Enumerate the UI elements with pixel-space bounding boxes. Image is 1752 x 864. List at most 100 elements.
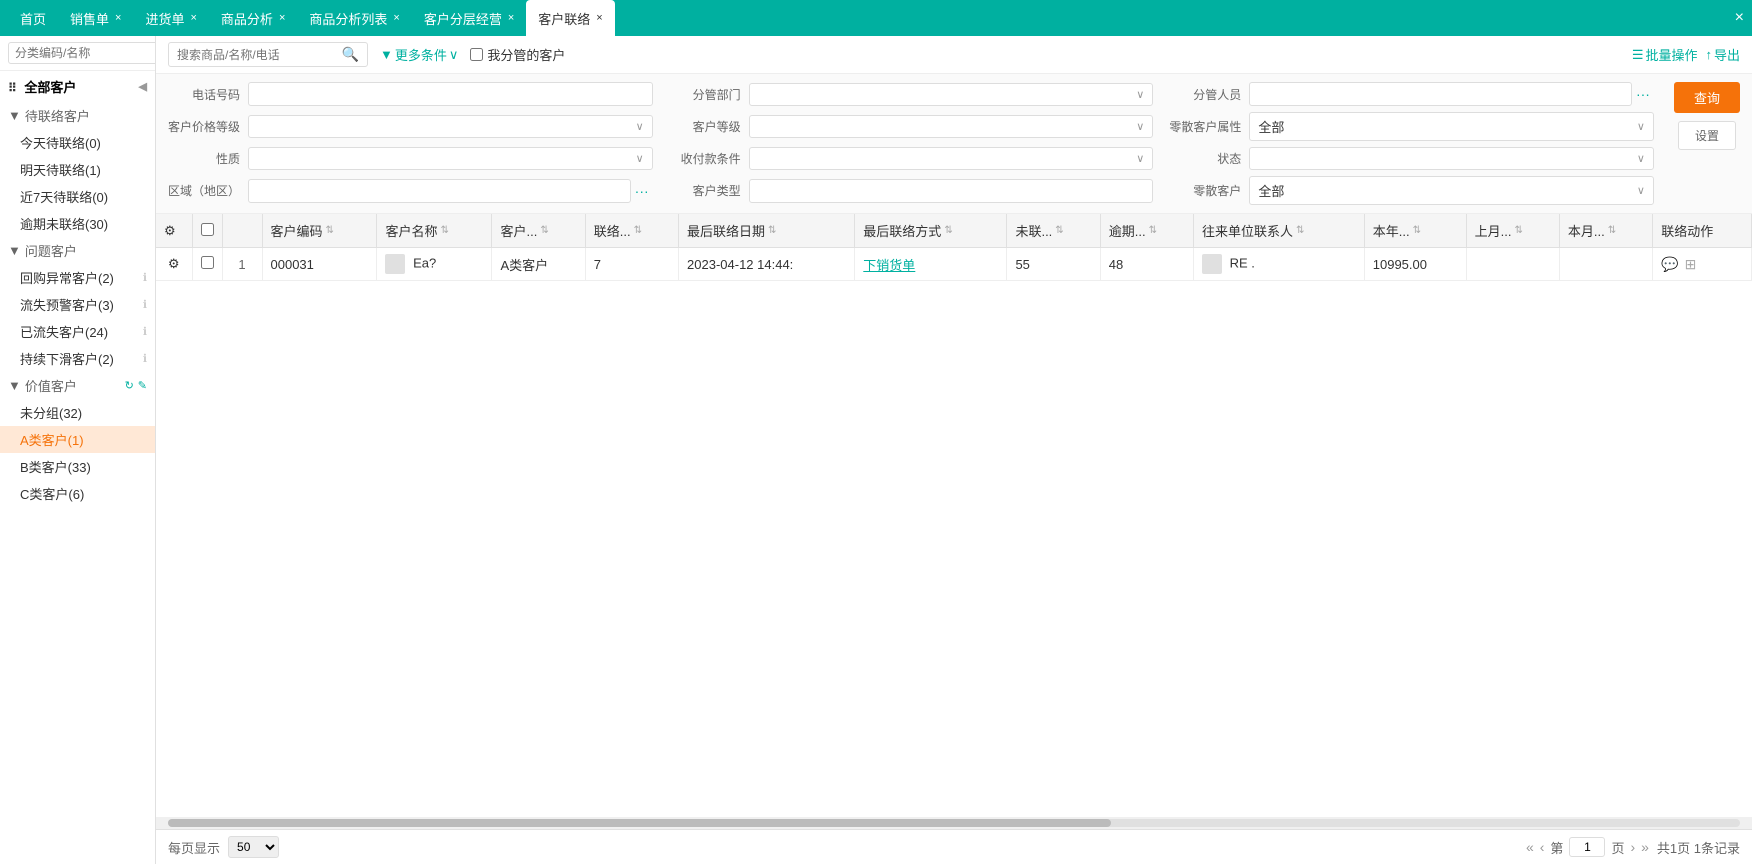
- sidebar-item-b-class[interactable]: B类客户(33): [0, 453, 155, 480]
- my-customers-checkbox[interactable]: [470, 48, 483, 61]
- nav-customer-contact-close[interactable]: ×: [596, 12, 602, 24]
- col-last-date[interactable]: 最后联络日期 ⇅: [679, 214, 855, 248]
- col-overdue[interactable]: 逾期... ⇅: [1100, 214, 1193, 248]
- retail-attr-select[interactable]: 全部∨: [1249, 112, 1654, 141]
- filter-search-input[interactable]: [177, 48, 342, 62]
- sidebar-search-input[interactable]: [8, 42, 156, 64]
- nav-analysis-list[interactable]: 商品分析列表 ×: [297, 0, 411, 36]
- nav-analysis-close[interactable]: ×: [279, 12, 285, 24]
- sidebar-section-value[interactable]: ▼ 价值客户 ↻ ✎: [0, 372, 155, 399]
- col-this-month[interactable]: 本月... ⇅: [1559, 214, 1652, 248]
- dept-select[interactable]: ∨: [749, 83, 1154, 106]
- nav-analysis-list-close[interactable]: ×: [393, 12, 399, 24]
- cust-type-input[interactable]: [749, 179, 1154, 203]
- col-name[interactable]: 客户名称 ⇅: [377, 214, 492, 248]
- sidebar-item-churn-warn[interactable]: 流失预警客户(3) ℹ: [0, 291, 155, 318]
- nav-analysis[interactable]: 商品分析 ×: [209, 0, 297, 36]
- row-last-method[interactable]: 下销货单: [855, 248, 1007, 281]
- info-icon-declining: ℹ: [143, 352, 147, 365]
- region-input[interactable]: [248, 179, 631, 203]
- col-check[interactable]: [192, 214, 222, 248]
- sidebar-item-a-class[interactable]: A类客户(1): [0, 426, 155, 453]
- nav-purchase-close[interactable]: ×: [190, 12, 196, 24]
- row-last-method-link[interactable]: 下销货单: [863, 258, 915, 273]
- more-filters-btn[interactable]: ▼ 更多条件 ∨: [380, 45, 458, 64]
- ungroup-label: 未分组(32): [20, 403, 82, 422]
- region-dots[interactable]: ···: [631, 183, 653, 199]
- col-code[interactable]: 客户编码 ⇅: [262, 214, 377, 248]
- price-level-select[interactable]: ∨: [248, 115, 653, 138]
- row-unit-contact-avatar: [1202, 254, 1222, 274]
- row-check[interactable]: [192, 248, 222, 281]
- sidebar-item-c-class[interactable]: C类客户(6): [0, 480, 155, 507]
- page-input[interactable]: [1569, 837, 1605, 857]
- pending-arrow: ▼: [8, 108, 21, 123]
- sidebar-item-ungroup[interactable]: 未分组(32): [0, 399, 155, 426]
- col-last-method-sort: ⇅: [944, 225, 952, 236]
- value-refresh-icon[interactable]: ↻: [125, 379, 134, 392]
- qr-icon[interactable]: ⊞: [1685, 256, 1697, 273]
- col-gear[interactable]: ⚙: [156, 214, 192, 248]
- payment-select[interactable]: ∨: [749, 147, 1154, 170]
- settings-button[interactable]: 设置: [1678, 121, 1736, 150]
- col-unit-contact[interactable]: 往来单位联系人 ⇅: [1194, 214, 1365, 248]
- sidebar-item-week[interactable]: 近7天待联络(0): [0, 183, 155, 210]
- phone-input[interactable]: [248, 82, 653, 106]
- col-last-month[interactable]: 上月... ⇅: [1466, 214, 1559, 248]
- a-class-label: A类客户(1): [20, 430, 84, 449]
- person-dots[interactable]: ···: [1632, 86, 1654, 102]
- row-code[interactable]: 000031: [262, 248, 377, 281]
- last-page-btn[interactable]: »: [1641, 839, 1649, 855]
- next-page-btn[interactable]: ›: [1630, 839, 1635, 855]
- customer-level-select[interactable]: ∨: [749, 115, 1154, 138]
- horizontal-scrollbar[interactable]: [156, 817, 1752, 829]
- filter-search-icon[interactable]: 🔍: [342, 46, 359, 63]
- col-no-contact[interactable]: 未联... ⇅: [1007, 214, 1100, 248]
- select-all-checkbox[interactable]: [201, 223, 214, 236]
- nature-select[interactable]: ∨: [248, 147, 653, 170]
- problem-title: 问题客户: [25, 241, 77, 260]
- batch-op-btn[interactable]: ☰ 批量操作: [1632, 45, 1698, 64]
- page-size-select[interactable]: 50 20 100 200: [228, 836, 279, 858]
- my-customers-checkbox-label[interactable]: 我分管的客户: [470, 45, 565, 64]
- nav-sales[interactable]: 销售单 ×: [58, 0, 133, 36]
- col-action: 联络动作: [1653, 214, 1752, 248]
- window-close-icon[interactable]: ×: [1735, 9, 1744, 27]
- retail-select[interactable]: 全部∨: [1249, 176, 1654, 205]
- status-select[interactable]: ∨: [1249, 147, 1654, 170]
- nav-home[interactable]: 首页: [8, 0, 58, 36]
- col-last-method[interactable]: 最后联络方式 ⇅: [855, 214, 1007, 248]
- sidebar-section-problem[interactable]: ▼ 问题客户: [0, 237, 155, 264]
- sidebar-item-repurchase[interactable]: 回购异常客户(2) ℹ: [0, 264, 155, 291]
- row-checkbox[interactable]: [201, 256, 214, 269]
- prev-page-btn[interactable]: ‹: [1540, 839, 1545, 855]
- sidebar-item-today[interactable]: 今天待联络(0): [0, 129, 155, 156]
- col-this-year[interactable]: 本年... ⇅: [1364, 214, 1466, 248]
- value-edit-icon[interactable]: ✎: [138, 379, 147, 392]
- filter-search-box[interactable]: 🔍: [168, 42, 368, 67]
- sidebar-all-customers[interactable]: ⠿ 全部客户 ◀: [0, 71, 155, 102]
- row-name[interactable]: Ea?: [377, 248, 492, 281]
- filter-actions: ☰ 批量操作 ↑ 导出: [1632, 45, 1740, 64]
- row-gear[interactable]: ⚙: [156, 248, 192, 281]
- col-type[interactable]: 客户... ⇅: [492, 214, 585, 248]
- sidebar-section-pending[interactable]: ▼ 待联络客户: [0, 102, 155, 129]
- sidebar-item-tomorrow[interactable]: 明天待联络(1): [0, 156, 155, 183]
- nav-customer-tier-close[interactable]: ×: [508, 12, 514, 24]
- sidebar-item-overdue[interactable]: 逾期未联络(30): [0, 210, 155, 237]
- export-icon: ↑: [1705, 47, 1712, 62]
- first-page-btn[interactable]: «: [1526, 839, 1534, 855]
- export-btn[interactable]: ↑ 导出: [1705, 45, 1740, 64]
- nav-sales-close[interactable]: ×: [115, 12, 121, 24]
- query-button[interactable]: 查询: [1674, 82, 1740, 113]
- nav-customer-contact[interactable]: 客户联络 ×: [526, 0, 614, 36]
- col-contact[interactable]: 联络... ⇅: [585, 214, 678, 248]
- scrollbar-thumb[interactable]: [168, 819, 1111, 827]
- person-input[interactable]: [1249, 82, 1632, 106]
- chat-icon[interactable]: 💬: [1661, 256, 1678, 273]
- nav-customer-tier[interactable]: 客户分层经营 ×: [412, 0, 526, 36]
- nav-purchase[interactable]: 进货单 ×: [133, 0, 208, 36]
- scrollbar-track[interactable]: [168, 819, 1740, 827]
- sidebar-item-declining[interactable]: 持续下滑客户(2) ℹ: [0, 345, 155, 372]
- sidebar-item-churned[interactable]: 已流失客户(24) ℹ: [0, 318, 155, 345]
